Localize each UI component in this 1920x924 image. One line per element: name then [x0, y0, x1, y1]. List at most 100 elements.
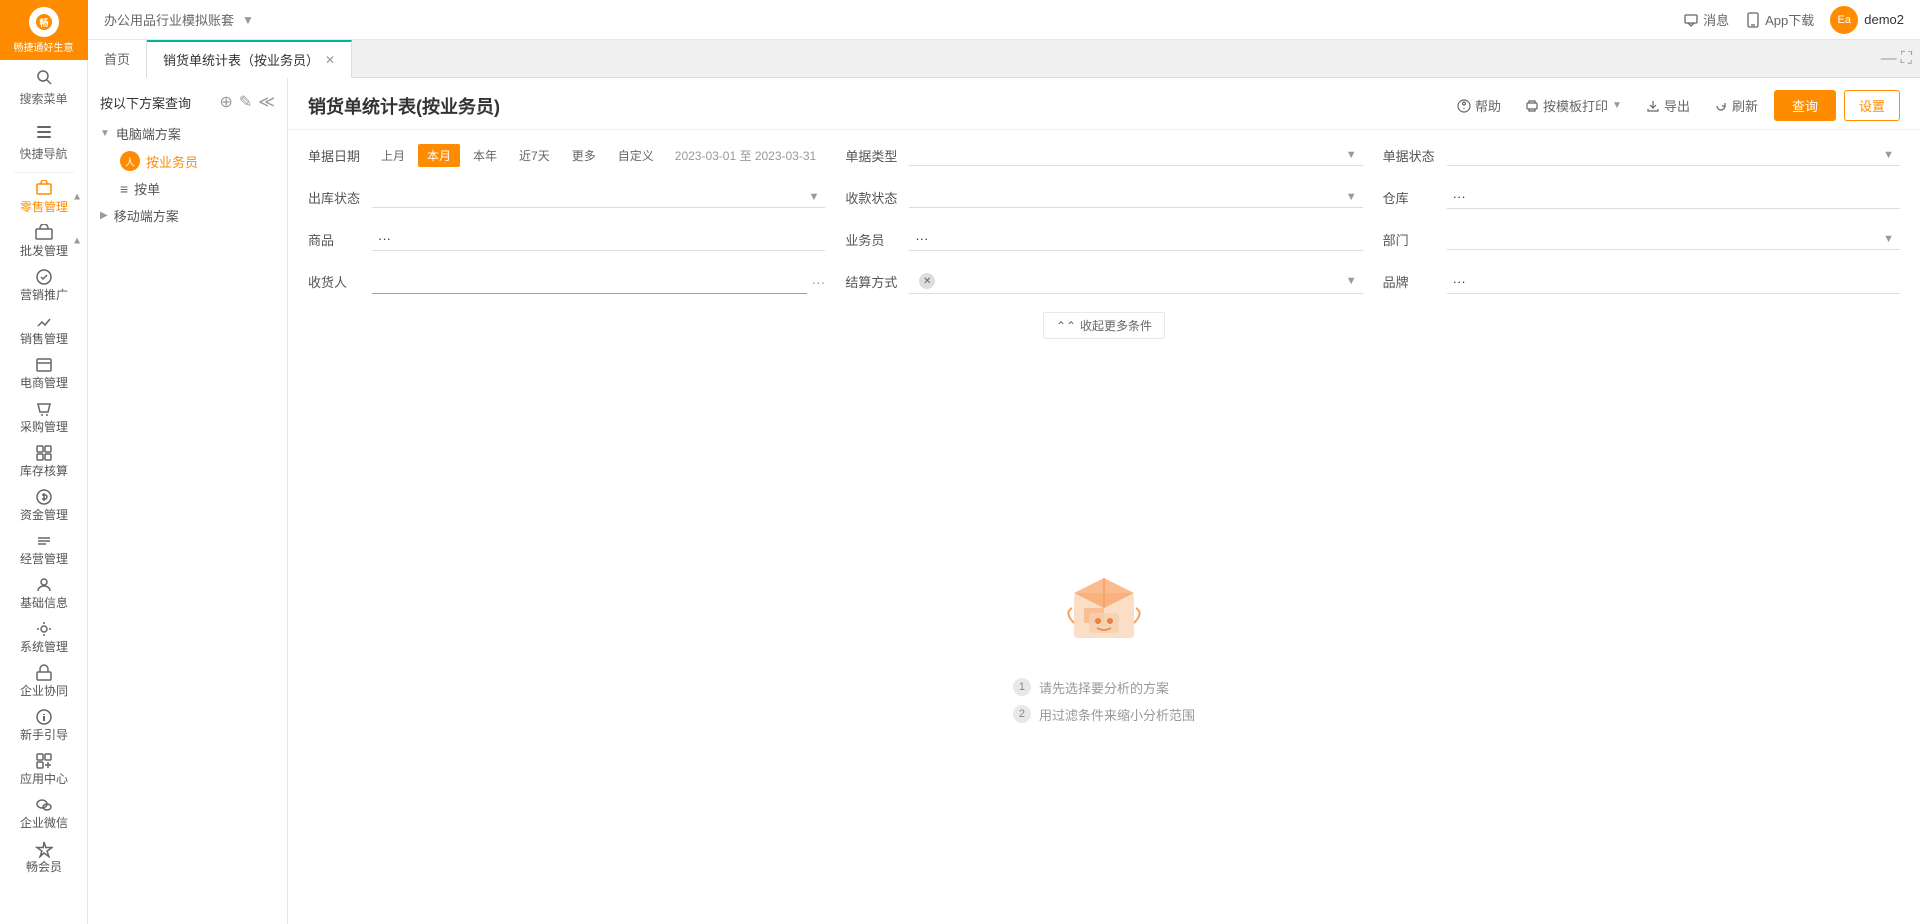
consignee-input[interactable] [372, 270, 807, 294]
sidebar-item-sales[interactable]: 销售管理 [0, 307, 87, 351]
tree-group-desktop[interactable]: ▼ 电脑端方案 [88, 120, 287, 147]
topbar-msg[interactable]: 消息 [1683, 10, 1729, 29]
tab-minimize-icon[interactable]: — [1881, 50, 1897, 68]
consignee-dots[interactable]: ··· [811, 274, 825, 290]
goods-dropdown[interactable]: ··· [372, 227, 825, 251]
sidebar-item-sales-label: 销售管理 [20, 330, 68, 347]
date-btn-7days[interactable]: 近7天 [510, 144, 559, 167]
page-header: 销货单统计表(按业务员) 帮助 按模板打印 ▼ 导出 [288, 78, 1920, 130]
outstatus-dropdown[interactable]: ▼ [372, 187, 825, 208]
date-btn-lastmonth[interactable]: 上月 [372, 144, 414, 167]
hint-text-2: 用过滤条件来缩小分析范围 [1039, 705, 1195, 724]
sidebar-item-operation-label: 经营管理 [20, 550, 68, 567]
filter-docstatus-cell: 单据状态 ▼ [1383, 140, 1900, 171]
sidebar-item-inventory-label: 库存核算 [20, 462, 68, 479]
settle-label: 结算方式 [845, 272, 901, 291]
department-dropdown[interactable]: ▼ [1447, 229, 1900, 250]
warehouse-dropdown[interactable]: ··· [1447, 185, 1900, 209]
sidebar-quick-nav[interactable]: 快捷导航 [0, 115, 88, 170]
sidebar-item-wholesale[interactable]: 批发管理 ▲ [0, 219, 87, 263]
hint-num-2: 2 [1013, 705, 1031, 723]
sidebar-item-marketing[interactable]: 营销推广 [0, 263, 87, 307]
goods-label: 商品 [308, 230, 364, 249]
tree-order-label: 按单 [134, 179, 160, 198]
sidebar-item-retail-label: 零售管理 [20, 198, 68, 215]
sidebar-item-retail[interactable]: 零售管理 ▲ [0, 175, 87, 219]
print-dropdown-icon[interactable]: ▼ [1612, 100, 1622, 111]
date-btn-thismonth[interactable]: 本月 [418, 144, 460, 167]
sidebar-item-ecommerce-label: 电商管理 [20, 374, 68, 391]
add-scheme-icon[interactable]: ⊕ [219, 92, 232, 112]
goods-dots: ··· [378, 231, 391, 246]
docstatus-dropdown[interactable]: ▼ [1447, 145, 1900, 166]
edit-scheme-icon[interactable]: ✎ [239, 92, 252, 112]
svg-text:畅: 畅 [39, 17, 48, 28]
date-btn-more[interactable]: 更多 [563, 144, 605, 167]
topbar-msg-label: 消息 [1703, 10, 1729, 29]
settle-clear-icon[interactable]: ✕ [919, 273, 935, 289]
warehouse-label: 仓库 [1383, 188, 1439, 207]
date-btn-thisyear[interactable]: 本年 [464, 144, 506, 167]
topbar-user[interactable]: Ea demo2 [1830, 6, 1904, 34]
sidebar-item-finance-label: 资金管理 [20, 506, 68, 523]
filter-consignee-cell: 收货人 ··· [308, 265, 825, 298]
tabs-bar: 首页 销货单统计表（按业务员） ✕ — ⛶ [88, 40, 1920, 78]
tree-sub-desktop: 人 按业务员 ≡ 按单 [88, 147, 287, 202]
page-actions: 帮助 按模板打印 ▼ 导出 刷新 查询 [1449, 90, 1900, 121]
topbar-dropdown-icon[interactable]: ▼ [242, 13, 254, 27]
query-button[interactable]: 查询 [1774, 90, 1836, 121]
filter-settle-cell: 结算方式 ✕ ▼ [845, 265, 1362, 298]
filter-salesperson-cell: 业务员 ··· [845, 223, 1362, 255]
sidebar-logo[interactable]: 畅 畅捷通好生意 [0, 0, 88, 60]
doctype-dropdown[interactable]: ▼ [909, 145, 1362, 166]
tree-item-byorder[interactable]: ≡ 按单 [112, 175, 287, 202]
setting-button[interactable]: 设置 [1844, 90, 1900, 121]
tree-arrow-desktop: ▼ [100, 128, 110, 139]
date-btn-custom[interactable]: 自定义 [609, 144, 663, 167]
sidebar-search-item[interactable]: 搜索菜单 [0, 60, 88, 115]
refresh-button[interactable]: 刷新 [1706, 92, 1766, 119]
salesperson-label: 业务员 [845, 230, 901, 249]
tab-home-label: 首页 [104, 49, 130, 68]
tab-close-icon[interactable]: ✕ [325, 53, 335, 67]
print-button[interactable]: 按模板打印 ▼ [1517, 92, 1630, 119]
paystatus-dropdown[interactable]: ▼ [909, 187, 1362, 208]
sidebar-item-enterprise-label: 企业协同 [20, 682, 68, 699]
docstatus-chevron: ▼ [1883, 149, 1894, 161]
sidebar-item-operation[interactable]: 经营管理 [0, 527, 87, 571]
collapse-button[interactable]: ⌃⌃ 收起更多条件 [1043, 312, 1165, 339]
tree-arrow-mobile: ▶ [100, 210, 108, 221]
salesperson-dropdown[interactable]: ··· [909, 227, 1362, 251]
tab-home[interactable]: 首页 [88, 40, 147, 78]
sidebar-item-basic[interactable]: 基础信息 [0, 571, 87, 615]
sidebar-item-guide[interactable]: 新手引导 [0, 703, 87, 747]
tab-salesperson-report[interactable]: 销货单统计表（按业务员） ✕ [147, 40, 352, 78]
help-label: 帮助 [1475, 96, 1501, 115]
help-button[interactable]: 帮助 [1449, 92, 1509, 119]
export-button[interactable]: 导出 [1638, 92, 1698, 119]
tree-group-mobile[interactable]: ▶ 移动端方案 [88, 202, 287, 229]
sidebar-item-inventory[interactable]: 库存核算 [0, 439, 87, 483]
sidebar-item-enterprise[interactable]: 企业协同 [0, 659, 87, 703]
sidebar-item-purchase[interactable]: 采购管理 [0, 395, 87, 439]
consignee-label: 收货人 [308, 272, 364, 291]
warehouse-dots: ··· [1453, 189, 1466, 204]
tree-salesperson-icon: 人 [120, 151, 140, 171]
paystatus-chevron: ▼ [1346, 191, 1357, 203]
sidebar-item-appstore[interactable]: 应用中心 [0, 747, 87, 791]
sidebar-quick-nav-label: 快捷导航 [19, 145, 67, 162]
filter-department-cell: 部门 ▼ [1383, 223, 1900, 255]
sidebar-item-finance[interactable]: 资金管理 [0, 483, 87, 527]
sidebar-item-ecommerce[interactable]: 电商管理 [0, 351, 87, 395]
collapse-panel-icon[interactable]: ≪ [258, 92, 275, 112]
tab-maximize-icon[interactable]: ⛶ [1901, 50, 1912, 68]
settle-dropdown[interactable]: ✕ ▼ [909, 269, 1362, 294]
topbar-app[interactable]: App下载 [1745, 10, 1814, 29]
empty-state: 1 请先选择要分析的方案 2 用过滤条件来缩小分析范围 [288, 357, 1920, 924]
sidebar-item-member[interactable]: 畅会员 [0, 835, 87, 879]
collapse-up-icon: ⌃⌃ [1056, 319, 1076, 333]
sidebar-item-system[interactable]: 系统管理 [0, 615, 87, 659]
sidebar-item-wechat[interactable]: 企业微信 [0, 791, 87, 835]
tree-item-salesperson[interactable]: 人 按业务员 [112, 147, 287, 175]
brand-dropdown[interactable]: ··· [1447, 270, 1900, 294]
